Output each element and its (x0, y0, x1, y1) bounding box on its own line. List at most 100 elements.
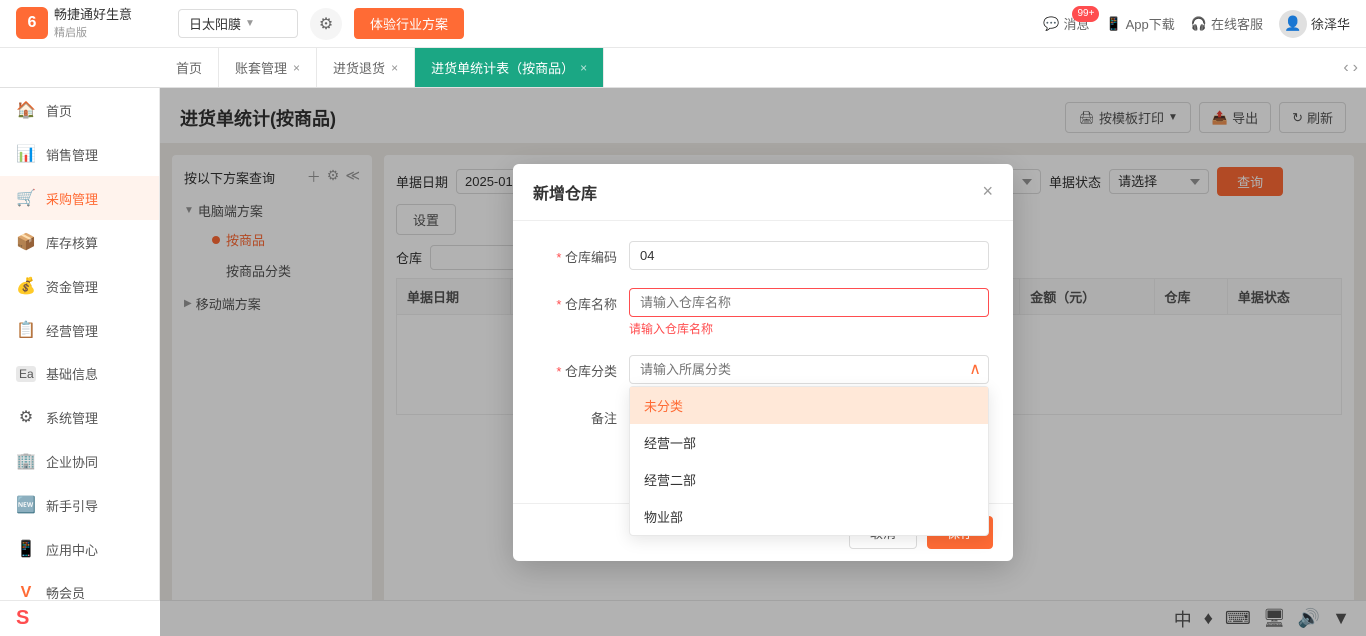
sidebar-item-guide[interactable]: 🆕 新手引导 (0, 483, 159, 527)
sidebar-item-finance[interactable]: 💰 资金管理 (0, 264, 159, 308)
home-icon: 🏠 (16, 100, 36, 120)
notes-label: 备注 (537, 402, 617, 427)
dropdown-item-dept2[interactable]: 经营二部 (630, 461, 988, 498)
sidebar-item-apps-label: 应用中心 (46, 540, 98, 559)
user-icon: 👤 (1284, 15, 1301, 32)
message-button[interactable]: 💬 消息 99+ (1043, 14, 1089, 33)
sidebar-item-basic[interactable]: Ea 基础信息 (0, 352, 159, 395)
tab-account-close[interactable]: × (293, 61, 300, 75)
dept1-label: 经营一部 (644, 436, 696, 451)
sidebar-item-finance-label: 资金管理 (46, 277, 98, 296)
tab-prev-icon[interactable]: ‹ (1343, 59, 1348, 77)
dept2-label: 经营二部 (644, 473, 696, 488)
tab-purchase-return[interactable]: 进货退货 × (317, 48, 415, 87)
user-profile-button[interactable]: 👤 徐泽华 (1279, 10, 1350, 38)
sidebar-item-system[interactable]: ⚙ 系统管理 (0, 395, 159, 439)
sidebar-item-enterprise[interactable]: 🏢 企业协同 (0, 439, 159, 483)
member-icon: V (16, 584, 36, 602)
trial-button[interactable]: 体验行业方案 (354, 8, 464, 39)
name-label: 仓库名称 (537, 288, 617, 313)
top-header: 6 畅捷通好生意 精启版 日太阳膜 ▼ ⚙ 体验行业方案 💬 消息 99+ 📱 … (0, 0, 1366, 48)
sidebar-item-inventory[interactable]: 📦 库存核算 (0, 220, 159, 264)
category-input-wrap: ∧ 未分类 经营一部 经营二部 (629, 355, 989, 384)
category-dropdown: 未分类 经营一部 经营二部 物业部 (629, 386, 989, 536)
uncategorized-label: 未分类 (644, 399, 683, 414)
message-icon: 💬 (1043, 16, 1059, 32)
category-select-wrap: ∧ (629, 355, 989, 384)
enterprise-icon: 🏢 (16, 451, 36, 471)
main-layout: 🏠 首页 📊 销售管理 🛒 采购管理 📦 库存核算 💰 资金管理 📋 经营管理 … (0, 88, 1366, 636)
tab-purchase-return-close[interactable]: × (391, 61, 398, 75)
logo-text-group: 畅捷通好生意 精启版 (54, 7, 132, 40)
sidebar-item-guide-label: 新手引导 (46, 496, 98, 515)
sidebar-item-business[interactable]: 📋 经营管理 (0, 308, 159, 352)
user-name: 徐泽华 (1311, 14, 1350, 33)
sidebar-item-home-label: 首页 (46, 101, 72, 120)
message-badge: 99+ (1072, 6, 1099, 22)
code-input-wrap (629, 241, 989, 270)
sidebar-item-inventory-label: 库存核算 (46, 233, 98, 252)
basic-icon: Ea (16, 366, 36, 382)
dropdown-item-property[interactable]: 物业部 (630, 498, 988, 535)
purchase-icon: 🛒 (16, 188, 36, 208)
dropdown-item-dept1[interactable]: 经营一部 (630, 424, 988, 461)
name-input-wrap: 请输入仓库名称 (629, 288, 989, 337)
online-service-label: 在线客服 (1211, 14, 1263, 33)
store-dropdown-arrow: ▼ (245, 18, 255, 29)
sidebar-item-sales[interactable]: 📊 销售管理 (0, 132, 159, 176)
form-row-code: 仓库编码 (537, 241, 989, 270)
warehouse-code-input[interactable] (629, 241, 989, 270)
app-download-button[interactable]: 📱 App下载 (1105, 14, 1174, 33)
tab-account-label: 账套管理 (235, 58, 287, 77)
dropdown-item-uncategorized[interactable]: 未分类 (630, 387, 988, 424)
sidebar-item-enterprise-label: 企业协同 (46, 452, 98, 471)
inventory-icon: 📦 (16, 232, 36, 252)
sidebar-item-home[interactable]: 🏠 首页 (0, 88, 159, 132)
property-label: 物业部 (644, 510, 683, 525)
app-logo-icon: 6 (16, 7, 48, 39)
dialog-title: 新增仓库 (533, 180, 597, 204)
name-error-msg: 请输入仓库名称 (629, 320, 989, 337)
tab-home[interactable]: 首页 (160, 48, 219, 87)
s-logo: S (16, 607, 29, 630)
business-icon: 📋 (16, 320, 36, 340)
finance-icon: 💰 (16, 276, 36, 296)
modal-overlay: 新增仓库 × 仓库编码 仓库名称 (160, 88, 1366, 636)
new-warehouse-dialog: 新增仓库 × 仓库编码 仓库名称 (513, 164, 1013, 561)
tab-purchase-stat[interactable]: 进货单统计表（按商品） × (415, 48, 604, 87)
bottom-left: S (16, 607, 29, 630)
tab-next-icon[interactable]: › (1353, 59, 1358, 77)
sales-icon: 📊 (16, 144, 36, 164)
system-icon: ⚙ (16, 407, 36, 427)
dialog-body: 仓库编码 仓库名称 请输入仓库名称 (513, 221, 1013, 503)
category-label: 仓库分类 (537, 355, 617, 380)
code-label: 仓库编码 (537, 241, 617, 266)
tab-purchase-return-label: 进货退货 (333, 58, 385, 77)
headset-icon: 🎧 (1191, 16, 1207, 32)
tab-purchase-stat-label: 进货单统计表（按商品） (431, 58, 574, 77)
category-arrow-icon[interactable]: ∧ (969, 359, 981, 379)
gear-icon: ⚙ (319, 14, 333, 34)
store-selector[interactable]: 日太阳膜 ▼ (178, 9, 298, 38)
logo-area: 6 畅捷通好生意 精启版 (16, 7, 166, 40)
sidebar-item-purchase-label: 采购管理 (46, 189, 98, 208)
form-row-name: 仓库名称 请输入仓库名称 (537, 288, 989, 337)
warehouse-name-input[interactable] (629, 288, 989, 317)
sidebar-item-sales-label: 销售管理 (46, 145, 98, 164)
header-right: 💬 消息 99+ 📱 App下载 🎧 在线客服 👤 徐泽华 (1043, 10, 1350, 38)
sidebar-item-apps[interactable]: 📱 应用中心 (0, 527, 159, 571)
tab-bar-actions: ‹ › (1335, 48, 1366, 87)
store-name: 日太阳膜 (189, 14, 241, 33)
settings-button[interactable]: ⚙ (310, 8, 342, 40)
tab-purchase-stat-close[interactable]: × (580, 61, 587, 75)
tab-account[interactable]: 账套管理 × (219, 48, 317, 87)
category-input[interactable] (629, 355, 989, 384)
dialog-close-button[interactable]: × (982, 181, 993, 202)
sidebar-item-purchase[interactable]: 🛒 采购管理 (0, 176, 159, 220)
online-service-button[interactable]: 🎧 在线客服 (1191, 14, 1263, 33)
main-content: 进货单统计(按商品) 🖨 按模板打印 ▼ 📤 导出 ↻ 刷新 (160, 88, 1366, 636)
phone-icon: 📱 (1105, 16, 1121, 32)
app-download-label: App下载 (1126, 14, 1175, 33)
app-name: 畅捷通好生意 (54, 7, 132, 24)
avatar: 👤 (1279, 10, 1307, 38)
